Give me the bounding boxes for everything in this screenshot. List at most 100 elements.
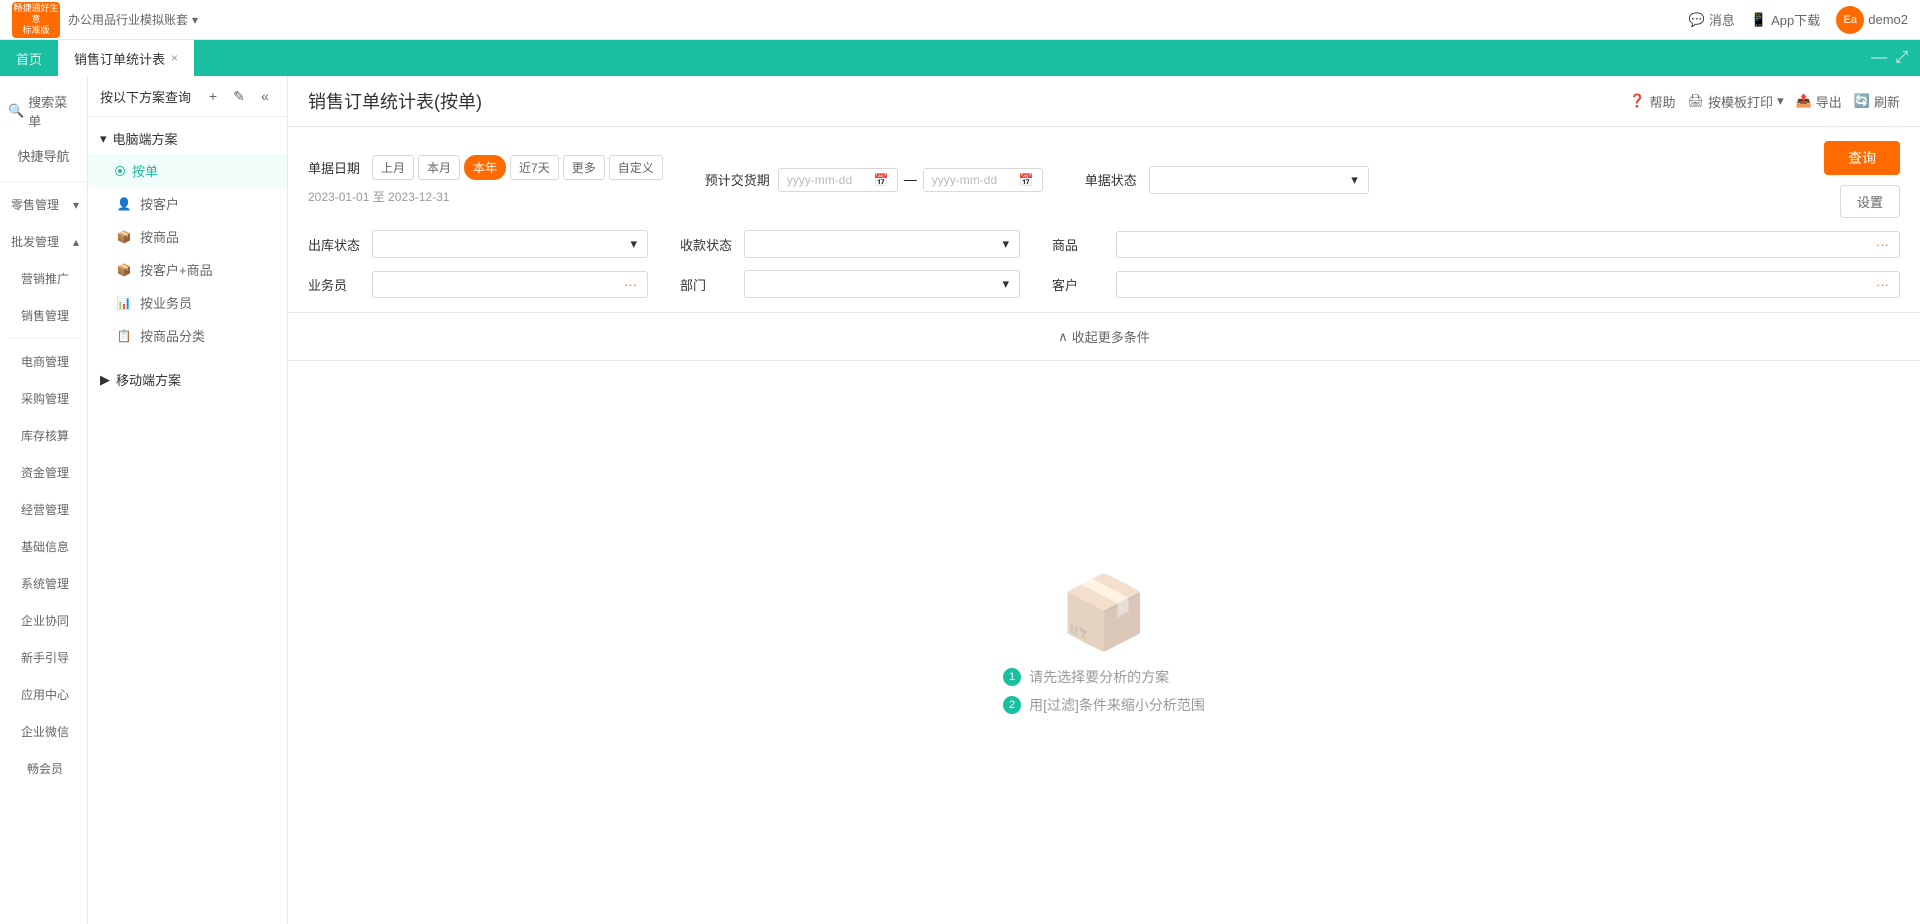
- sidebar-item-sales[interactable]: 销售管理: [0, 297, 87, 334]
- topbar-right: 💬 消息 📱 App下载 Ea demo2: [1689, 6, 1908, 34]
- sidebar-item-system[interactable]: 系统管理: [0, 565, 87, 602]
- sidebar-item-operations[interactable]: 经营管理: [0, 491, 87, 528]
- sidebar-item-wholesale[interactable]: 批发管理 ▴: [0, 223, 87, 260]
- sidebar-item-newbie[interactable]: 新手引导: [0, 639, 87, 676]
- scheme-add-btn[interactable]: +: [203, 86, 223, 106]
- sidebar-item-operations-label: 经营管理: [21, 501, 69, 518]
- app-download-label: App下载: [1771, 10, 1820, 29]
- tab-close-btn[interactable]: ×: [171, 51, 178, 65]
- tab-sales-statistics[interactable]: 销售订单统计表 ×: [58, 40, 194, 76]
- delivery-date-group: 预计交货期 yyyy-mm-dd 📅 — yyyy-mm-dd 📅: [705, 168, 1043, 192]
- scheme-panel-header: 按以下方案查询 + ✎ «: [88, 76, 287, 117]
- setting-btn[interactable]: 设置: [1840, 185, 1900, 218]
- goods-input[interactable]: ···: [1116, 231, 1900, 258]
- filter-area: 单据日期 上月 本月 本年 近7天 更多 自定义 2023-01-01 至 20…: [288, 127, 1920, 313]
- customer-input[interactable]: ···: [1116, 271, 1900, 298]
- scheme-item-by-salesman[interactable]: 📊 按业务员: [88, 286, 287, 319]
- date-7days-btn[interactable]: 近7天: [510, 155, 559, 180]
- department-dropdown-icon: ▾: [1002, 276, 1009, 292]
- sidebar-item-ecommerce[interactable]: 电商管理: [0, 343, 87, 380]
- tab-maximize-btn[interactable]: ⤢: [1895, 49, 1908, 67]
- sidebar-item-wechat[interactable]: 企业微信: [0, 713, 87, 750]
- scheme-item-by-order[interactable]: 按单: [88, 154, 287, 187]
- date-more-btn[interactable]: 更多: [563, 155, 605, 180]
- logo[interactable]: 畅捷通好生意 标准版: [12, 2, 60, 38]
- sidebar-item-enterprise[interactable]: 企业协同: [0, 602, 87, 639]
- topbar: 畅捷通好生意 标准版 办公用品行业模拟账套 ▾ 💬 消息 📱 App下载 Ea …: [0, 0, 1920, 40]
- export-btn[interactable]: 📤 导出: [1796, 92, 1842, 111]
- quick-nav-btn[interactable]: 快捷导航: [8, 138, 79, 173]
- message-btn[interactable]: 💬 消息: [1689, 10, 1735, 29]
- app-download-btn[interactable]: 📱 App下载: [1751, 10, 1820, 29]
- date-filter-label: 单据日期: [308, 158, 364, 177]
- sidebar-item-purchase[interactable]: 采购管理: [0, 380, 87, 417]
- help-btn[interactable]: ❓ 帮助: [1629, 92, 1675, 111]
- filter-row-3: 业务员 ··· 部门 ▾ 客户: [308, 270, 1900, 298]
- scheme-item-by-product[interactable]: 📦 按商品: [88, 220, 287, 253]
- print-btn[interactable]: 🖨 按模板打印 ▾: [1688, 92, 1784, 111]
- query-btn[interactable]: 查询: [1824, 141, 1900, 175]
- sidebar-item-inventory[interactable]: 库存核算: [0, 417, 87, 454]
- export-icon: 📤: [1796, 93, 1812, 109]
- collapse-area: ∧ 收起更多条件: [288, 313, 1920, 361]
- chevron-up-icon: ▴: [73, 235, 79, 249]
- tab-window-actions: — ⤢: [1871, 49, 1920, 67]
- date-custom-btn[interactable]: 自定义: [609, 155, 663, 180]
- delivery-date-start[interactable]: yyyy-mm-dd 📅: [778, 168, 898, 192]
- scheme-item-by-customer-product[interactable]: 📦 按客户+商品: [88, 253, 287, 286]
- main-content: 销售订单统计表(按单) ❓ 帮助 🖨 按模板打印 ▾ 📤 导出: [288, 76, 1920, 924]
- doc-status-label: 单据状态: [1085, 170, 1141, 189]
- customer-more-btn[interactable]: ···: [1876, 277, 1889, 292]
- scheme-section-pc-title: 电脑端方案: [113, 129, 178, 148]
- shipment-status-select[interactable]: ▾: [372, 230, 648, 258]
- collapse-filter-btn[interactable]: ∧ 收起更多条件: [1058, 321, 1150, 352]
- date-this-year-btn[interactable]: 本年: [464, 155, 506, 180]
- content-area: 按以下方案查询 + ✎ « ▾ 电脑端方案 按单 👤 按客户: [88, 76, 1920, 924]
- scheme-item-by-customer-label: 按客户: [140, 194, 179, 213]
- search-menu-btn[interactable]: 🔍 搜索菜单: [8, 84, 79, 138]
- scheme-collapse-btn[interactable]: «: [255, 86, 275, 106]
- department-select[interactable]: ▾: [744, 270, 1020, 298]
- scheme-item-by-salesman-label: 按业务员: [140, 293, 192, 312]
- sidebar-item-retail[interactable]: 零售管理 ▾: [0, 186, 87, 223]
- logo-text: 畅捷通好生意: [12, 3, 60, 25]
- date-prev-month-btn[interactable]: 上月: [372, 155, 414, 180]
- scheme-edit-btn[interactable]: ✎: [229, 86, 249, 106]
- topbar-left: 畅捷通好生意 标准版 办公用品行业模拟账套 ▾: [12, 2, 198, 38]
- salesman-input[interactable]: ···: [372, 271, 648, 298]
- app-title-dropdown[interactable]: 办公用品行业模拟账套 ▾: [68, 11, 198, 28]
- doc-status-right: ▾ 查询 设置: [1149, 141, 1900, 218]
- refresh-btn[interactable]: 🔄 刷新: [1854, 92, 1900, 111]
- scheme-item-by-product-label: 按商品: [140, 227, 179, 246]
- delivery-date-end-text: yyyy-mm-dd: [932, 173, 997, 187]
- tab-minimize-btn[interactable]: —: [1871, 49, 1887, 67]
- sidebar-item-basic-info[interactable]: 基础信息: [0, 528, 87, 565]
- user-info[interactable]: Ea demo2: [1836, 6, 1908, 34]
- payment-status-select[interactable]: ▾: [744, 230, 1020, 258]
- scheme-item-by-customer[interactable]: 👤 按客户: [88, 187, 287, 220]
- goods-more-btn[interactable]: ···: [1876, 237, 1889, 252]
- scheme-panel: 按以下方案查询 + ✎ « ▾ 电脑端方案 按单 👤 按客户: [88, 76, 288, 924]
- goods-group: 商品 ···: [1052, 231, 1900, 258]
- print-dropdown-icon: ▾: [1777, 93, 1784, 109]
- sidebar-item-finance[interactable]: 资金管理: [0, 454, 87, 491]
- scheme-section-mobile-header[interactable]: ▶ 移动端方案: [88, 364, 287, 395]
- calendar-icon-end: 📅: [1019, 173, 1034, 187]
- scheme-item-by-category[interactable]: 📋 按商品分类: [88, 319, 287, 352]
- empty-illustration: 📦: [1059, 570, 1149, 655]
- payment-status-label: 收款状态: [680, 235, 736, 254]
- scheme-item-by-customer-product-label: 按客户+商品: [140, 260, 213, 279]
- doc-status-select[interactable]: ▾: [1149, 166, 1369, 194]
- sidebar-item-marketing[interactable]: 营销推广: [0, 260, 87, 297]
- empty-step-1-text: 请先选择要分析的方案: [1029, 667, 1169, 687]
- delivery-date-end[interactable]: yyyy-mm-dd 📅: [923, 168, 1043, 192]
- scheme-panel-title: 按以下方案查询: [100, 87, 191, 106]
- tab-home[interactable]: 首页: [0, 40, 58, 76]
- sidebar-item-app-center[interactable]: 应用中心: [0, 676, 87, 713]
- shipment-status-group: 出库状态 ▾: [308, 230, 648, 258]
- date-this-month-btn[interactable]: 本月: [418, 155, 460, 180]
- scheme-section-pc-header[interactable]: ▾ 电脑端方案: [88, 123, 287, 154]
- sidebar-item-members[interactable]: 畅会员: [0, 750, 87, 787]
- empty-step-2: 2 用[过滤]条件来缩小分析范围: [1003, 695, 1205, 715]
- salesman-more-btn[interactable]: ···: [624, 277, 637, 292]
